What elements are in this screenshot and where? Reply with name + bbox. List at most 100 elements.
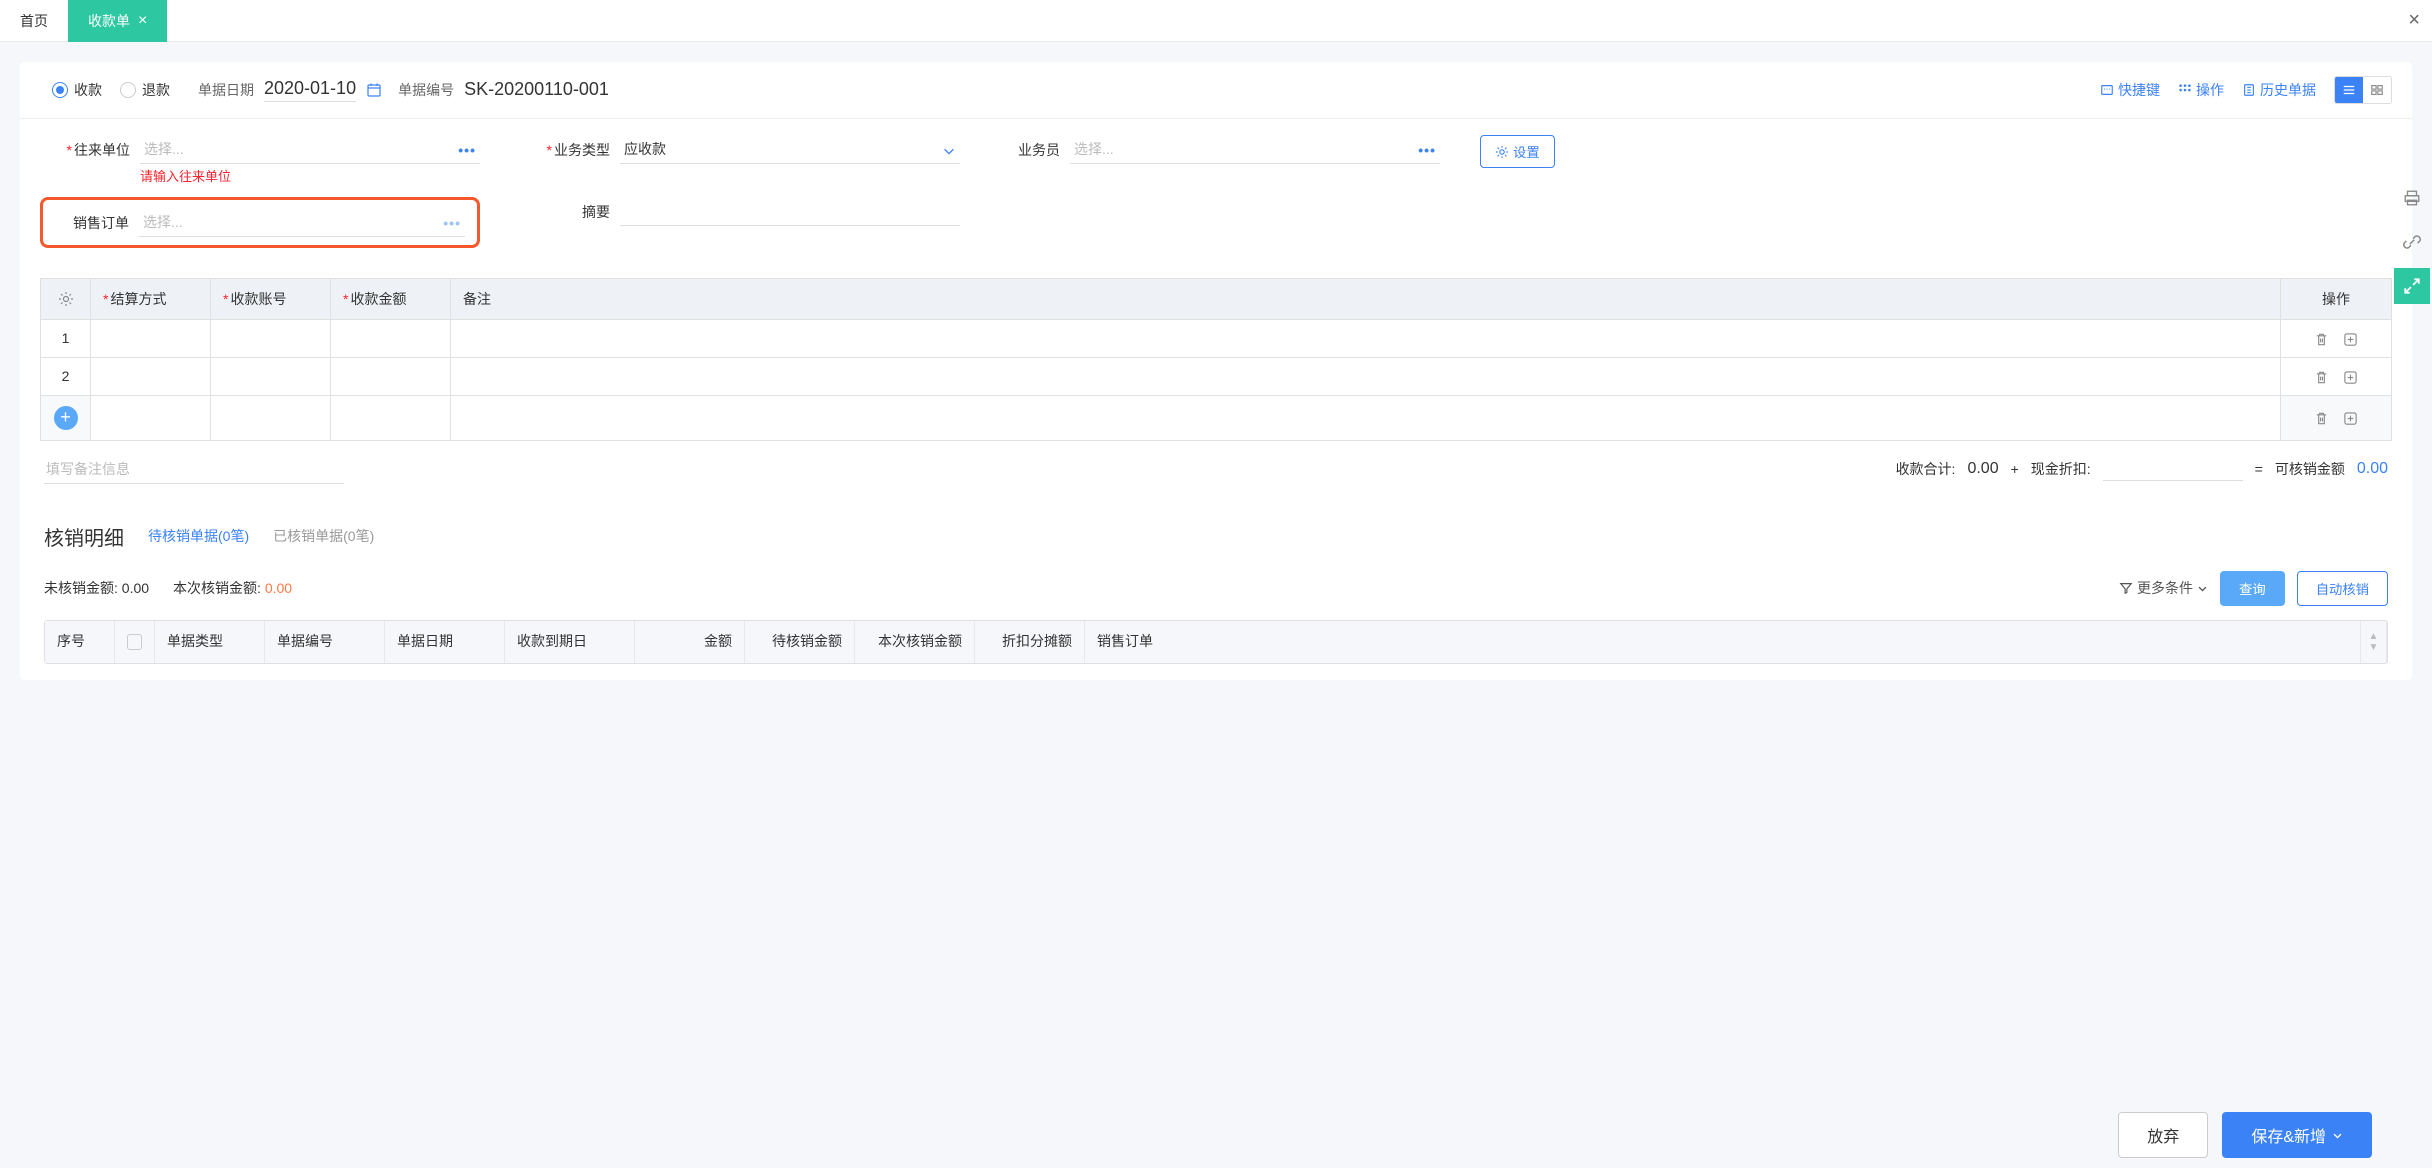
col-checkbox[interactable] [115,621,155,663]
shortcut-link[interactable]: 快捷键 [2100,80,2160,100]
receipt-total-label: 收款合计: [1896,459,1956,479]
add-row-icon[interactable] [2343,330,2358,347]
summary-input[interactable] [620,197,960,226]
save-new-button[interactable]: 保存&新增 [2222,1112,2372,1158]
receipt-total-value: 0.00 [1967,460,1998,478]
delete-icon[interactable] [2314,409,2329,426]
operate-link[interactable]: 操作 [2178,80,2224,100]
tab-home[interactable]: 首页 [0,0,68,42]
cash-discount-label: 现金折扣: [2031,459,2091,479]
writeoff-table: 序号 单据类型 单据编号 单据日期 收款到期日 金额 待核销金额 本次核销金额 … [44,620,2388,664]
totals-row: 收款合计: 0.00 + 现金折扣: = 可核销金额 0.00 [20,441,2412,498]
doc-no-label: 单据编号 [398,80,454,100]
table-row: 1 [41,320,2391,358]
close-all-icon[interactable]: × [2408,9,2420,32]
col-paydate: 收款到期日 [505,621,635,663]
radio-icon [120,82,136,98]
delete-icon[interactable] [2314,368,2329,385]
col-pending: 待核销金额 [745,621,855,663]
doc-no-value: SK-20200110-001 [464,79,609,102]
col-amount: *收款金额 [331,279,451,319]
abandon-button[interactable]: 放弃 [2118,1112,2208,1158]
bottom-bar: 放弃 保存&新增 [2118,1102,2372,1168]
close-icon[interactable]: × [138,12,147,30]
partner-label: *往来单位 [40,140,130,160]
col-account: *收款账号 [211,279,331,319]
salesman-label: 业务员 [1000,140,1060,160]
salesman-input[interactable] [1070,135,1440,164]
table-footer-row: + [41,396,2391,440]
col-docno: 单据编号 [265,621,385,663]
payment-grid: *结算方式 *收款账号 *收款金额 备注 操作 1 2 [40,278,2392,441]
col-type: 单据类型 [155,621,265,663]
add-row-icon[interactable] [2343,409,2358,426]
gear-icon[interactable] [41,279,91,319]
sales-order-highlight: 销售订单 ••• [40,197,480,248]
table-row: 2 [41,358,2391,396]
col-remark: 备注 [451,279,2281,319]
cell-settlement[interactable] [91,358,211,395]
col-date: 单据日期 [385,621,505,663]
more-conditions-link[interactable]: 更多条件 [2119,578,2208,598]
calendar-icon[interactable] [366,81,382,99]
query-button[interactable]: 查询 [2220,571,2285,606]
view-toggle [2334,76,2392,104]
more-icon[interactable]: ••• [458,142,476,158]
col-order: 销售订单 [1085,621,2361,663]
tab-pending[interactable]: 待核销单据(0笔) [148,526,249,546]
tabs-bar: 首页 收款单 × × [0,0,2432,42]
cell-account[interactable] [211,320,331,357]
available-value: 0.00 [2357,460,2388,478]
header-row: 收款 退款 单据日期 2020-01-10 单据编号 SK-20200110-0… [20,62,2412,119]
tab-done[interactable]: 已核销单据(0笔) [273,526,374,546]
add-button[interactable]: + [54,406,78,430]
link-icon[interactable] [2394,224,2430,260]
radio-refund[interactable]: 退款 [120,80,170,100]
more-icon[interactable]: ••• [443,215,461,231]
settings-button[interactable]: 设置 [1480,135,1555,168]
chevron-down-icon[interactable] [942,141,956,157]
tab-receipt[interactable]: 收款单 × [68,0,167,42]
side-rail [2392,180,2432,304]
partner-error: 请输入往来单位 [140,166,480,185]
col-this: 本次核销金额 [855,621,975,663]
row-num: 2 [41,358,91,395]
col-settlement: *结算方式 [91,279,211,319]
col-num: 序号 [45,621,115,663]
view-list-button[interactable] [2335,77,2363,103]
scroll-column[interactable]: ▲▼ [2361,621,2387,663]
row-num: 1 [41,320,91,357]
partner-input[interactable] [140,135,480,164]
expand-icon[interactable] [2394,268,2430,304]
history-link[interactable]: 历史单据 [2242,80,2316,100]
col-disc: 折扣分摊额 [975,621,1085,663]
sales-order-label: 销售订单 [55,213,129,233]
sales-order-input[interactable] [139,208,465,237]
date-input[interactable]: 2020-01-10 [264,78,356,102]
writeoff-title: 核销明细 [44,522,124,551]
more-icon[interactable]: ••• [1418,142,1436,158]
cell-remark[interactable] [451,320,2281,357]
biz-type-label: *业务类型 [520,140,610,160]
remark-input[interactable] [44,455,344,484]
summary-label: 摘要 [520,202,610,222]
add-row-icon[interactable] [2343,368,2358,385]
auto-writeoff-button[interactable]: 自动核销 [2297,571,2388,606]
col-ops: 操作 [2281,279,2391,319]
view-card-button[interactable] [2363,77,2391,103]
col-amount: 金额 [635,621,745,663]
radio-icon [52,82,68,98]
radio-receipt[interactable]: 收款 [52,80,102,100]
cell-settlement[interactable] [91,320,211,357]
cell-account[interactable] [211,358,331,395]
cash-discount-input[interactable] [2103,457,2243,481]
delete-icon[interactable] [2314,330,2329,347]
cell-amount[interactable] [331,358,451,395]
cell-remark[interactable] [451,358,2281,395]
cell-amount[interactable] [331,320,451,357]
biz-type-select[interactable] [620,135,960,164]
receipt-type-radio-group: 收款 退款 [40,74,182,106]
available-label: 可核销金额 [2275,459,2345,479]
print-icon[interactable] [2394,180,2430,216]
date-label: 单据日期 [198,80,254,100]
